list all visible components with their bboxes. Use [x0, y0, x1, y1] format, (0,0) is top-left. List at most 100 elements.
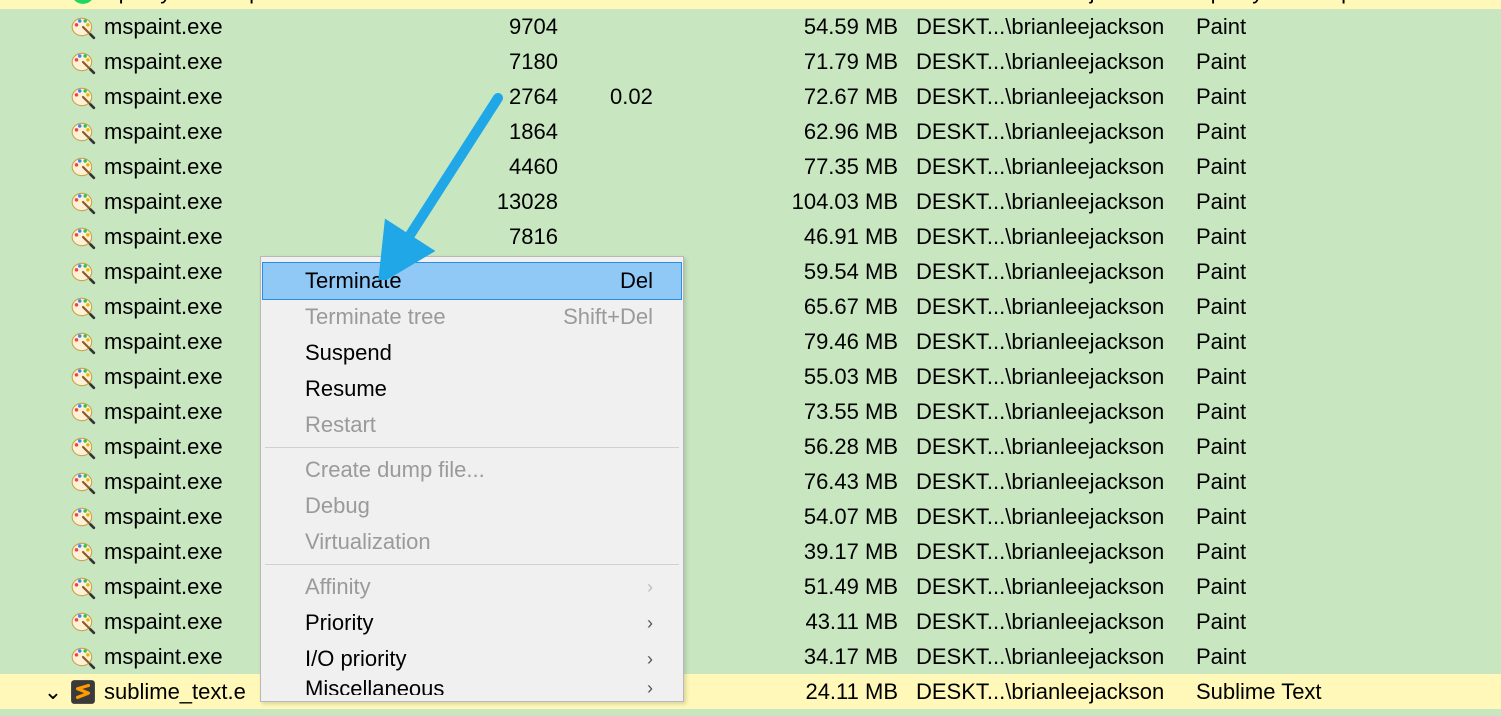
process-row[interactable]: mspaint.exe43.11 MBDESKT...\brianleejack…	[0, 604, 1501, 639]
menu-item-terminate-tree: Terminate treeShift+Del	[263, 299, 681, 335]
process-pid: 4460	[468, 154, 568, 180]
process-description: Paint	[1188, 574, 1501, 600]
process-description: Paint	[1188, 14, 1501, 40]
menu-item-debug: Debug	[263, 488, 681, 524]
process-user: DESKT...\brianleejackson	[908, 224, 1188, 250]
process-row[interactable]: mspaint.exe446077.35 MBDESKT...\brianlee…	[0, 149, 1501, 184]
menu-item-label: Priority	[305, 610, 373, 636]
menu-item-label: Terminate	[305, 268, 402, 294]
process-memory: 34.17 MB	[786, 644, 908, 670]
process-user: DESKT...\brianleejackson	[908, 364, 1188, 390]
paint-icon	[70, 609, 96, 635]
menu-item-label: Restart	[305, 412, 376, 438]
process-row[interactable]: mspaint.exe59.54 MBDESKT...\brianleejack…	[0, 254, 1501, 289]
paint-icon	[70, 434, 96, 460]
process-user: DESKT...\brianleejackson	[908, 574, 1188, 600]
submenu-arrow-icon: ›	[647, 649, 653, 670]
process-row[interactable]: SpotifyWebHelper.exe96521.77 MBDESKT...\…	[0, 0, 1501, 9]
menu-item-label: Virtualization	[305, 529, 431, 555]
process-user: DESKT...\brianleejackson	[908, 119, 1188, 145]
process-description: Paint	[1188, 329, 1501, 355]
menu-separator	[265, 447, 679, 448]
paint-icon	[70, 84, 96, 110]
process-name: mspaint.exe	[104, 14, 468, 40]
process-memory: 79.46 MB	[786, 329, 908, 355]
process-memory: 76.43 MB	[786, 469, 908, 495]
paint-icon	[70, 504, 96, 530]
process-row[interactable]: mspaint.exe718071.79 MBDESKT...\brianlee…	[0, 44, 1501, 79]
paint-icon	[70, 119, 96, 145]
menu-item-i-o-priority[interactable]: I/O priority›	[263, 641, 681, 677]
process-memory: 54.07 MB	[786, 504, 908, 530]
paint-icon	[70, 224, 96, 250]
submenu-arrow-icon: ›	[647, 613, 653, 634]
paint-icon	[70, 364, 96, 390]
process-memory: 56.28 MB	[786, 434, 908, 460]
process-row[interactable]: mspaint.exe55.03 MBDESKT...\brianleejack…	[0, 359, 1501, 394]
menu-item-label: Affinity	[305, 574, 371, 600]
process-row[interactable]: mspaint.exe51.49 MBDESKT...\brianleejack…	[0, 569, 1501, 604]
process-memory: 39.17 MB	[786, 539, 908, 565]
process-description: Paint	[1188, 84, 1501, 110]
process-description: Paint	[1188, 469, 1501, 495]
process-user: DESKT...\brianleejackson	[908, 259, 1188, 285]
process-user: DESKT...\brianleejackson	[908, 84, 1188, 110]
process-name: mspaint.exe	[104, 119, 468, 145]
process-row[interactable]: mspaint.exe27640.0272.67 MBDESKT...\bria…	[0, 79, 1501, 114]
process-description: Paint	[1188, 539, 1501, 565]
process-row[interactable]: mspaint.exe34.17 MBDESKT...\brianleejack…	[0, 639, 1501, 674]
process-pid: 9704	[468, 14, 568, 40]
process-row[interactable]: mspaint.exe56.28 MBDESKT...\brianleejack…	[0, 429, 1501, 464]
menu-item-label: Resume	[305, 376, 387, 402]
paint-icon	[70, 399, 96, 425]
process-row[interactable]: mspaint.exe39.17 MBDESKT...\brianleejack…	[0, 534, 1501, 569]
process-user: DESKT...\brianleejackson	[908, 189, 1188, 215]
process-row[interactable]: mspaint.exe65.67 MBDESKT...\brianleejack…	[0, 289, 1501, 324]
paint-icon	[70, 154, 96, 180]
process-memory: 59.54 MB	[786, 259, 908, 285]
menu-item-suspend[interactable]: Suspend	[263, 335, 681, 371]
process-user: DESKT...\brianleejackson	[908, 504, 1188, 530]
menu-separator	[265, 564, 679, 565]
process-description: Paint	[1188, 189, 1501, 215]
menu-item-label: Create dump file...	[305, 457, 485, 483]
process-row[interactable]: mspaint.exe781646.91 MBDESKT...\brianlee…	[0, 219, 1501, 254]
process-description: SpotifyWebHelper	[1188, 0, 1501, 5]
process-user: DESKT...\brianleejackson	[908, 294, 1188, 320]
process-description: Paint	[1188, 224, 1501, 250]
paint-icon	[70, 539, 96, 565]
paint-icon	[70, 329, 96, 355]
process-pid: 2764	[468, 84, 568, 110]
process-row[interactable]: mspaint.exe186462.96 MBDESKT...\brianlee…	[0, 114, 1501, 149]
process-row[interactable]: mspaint.exe79.46 MBDESKT...\brianleejack…	[0, 324, 1501, 359]
process-user: DESKT...\brianleejackson	[908, 469, 1188, 495]
menu-item-restart: Restart	[263, 407, 681, 443]
expand-icon[interactable]: ⌄	[40, 679, 66, 705]
menu-item-shortcut: Del	[620, 268, 653, 294]
menu-item-miscellaneous[interactable]: Miscellaneous›	[263, 677, 681, 695]
paint-icon	[70, 259, 96, 285]
process-description: Paint	[1188, 609, 1501, 635]
process-row[interactable]: mspaint.exe970454.59 MBDESKT...\brianlee…	[0, 9, 1501, 44]
process-user: DESKT...\brianleejackson	[908, 399, 1188, 425]
menu-item-resume[interactable]: Resume	[263, 371, 681, 407]
process-row[interactable]: mspaint.exe54.07 MBDESKT...\brianleejack…	[0, 499, 1501, 534]
menu-item-label: Terminate tree	[305, 304, 446, 330]
menu-item-label: Debug	[305, 493, 370, 519]
paint-icon	[70, 469, 96, 495]
process-description: Paint	[1188, 294, 1501, 320]
process-row[interactable]: mspaint.exe73.55 MBDESKT...\brianleejack…	[0, 394, 1501, 429]
sublime-icon	[70, 679, 96, 705]
menu-item-terminate[interactable]: Terminate Del	[262, 262, 682, 300]
process-row[interactable]: mspaint.exe76.43 MBDESKT...\brianleejack…	[0, 464, 1501, 499]
process-memory: 73.55 MB	[786, 399, 908, 425]
menu-item-virtualization: Virtualization	[263, 524, 681, 560]
process-row[interactable]: ⌄sublime_text.e24.11 MBDESKT...\brianlee…	[0, 674, 1501, 709]
process-pid: 1864	[468, 119, 568, 145]
process-memory: 65.67 MB	[786, 294, 908, 320]
process-user: DESKT...\brianleejackson	[908, 0, 1188, 5]
process-cpu: 0.02	[568, 84, 786, 110]
process-row[interactable]: mspaint.exe13028104.03 MBDESKT...\brianl…	[0, 184, 1501, 219]
menu-item-priority[interactable]: Priority ›	[263, 605, 681, 641]
paint-icon	[70, 574, 96, 600]
